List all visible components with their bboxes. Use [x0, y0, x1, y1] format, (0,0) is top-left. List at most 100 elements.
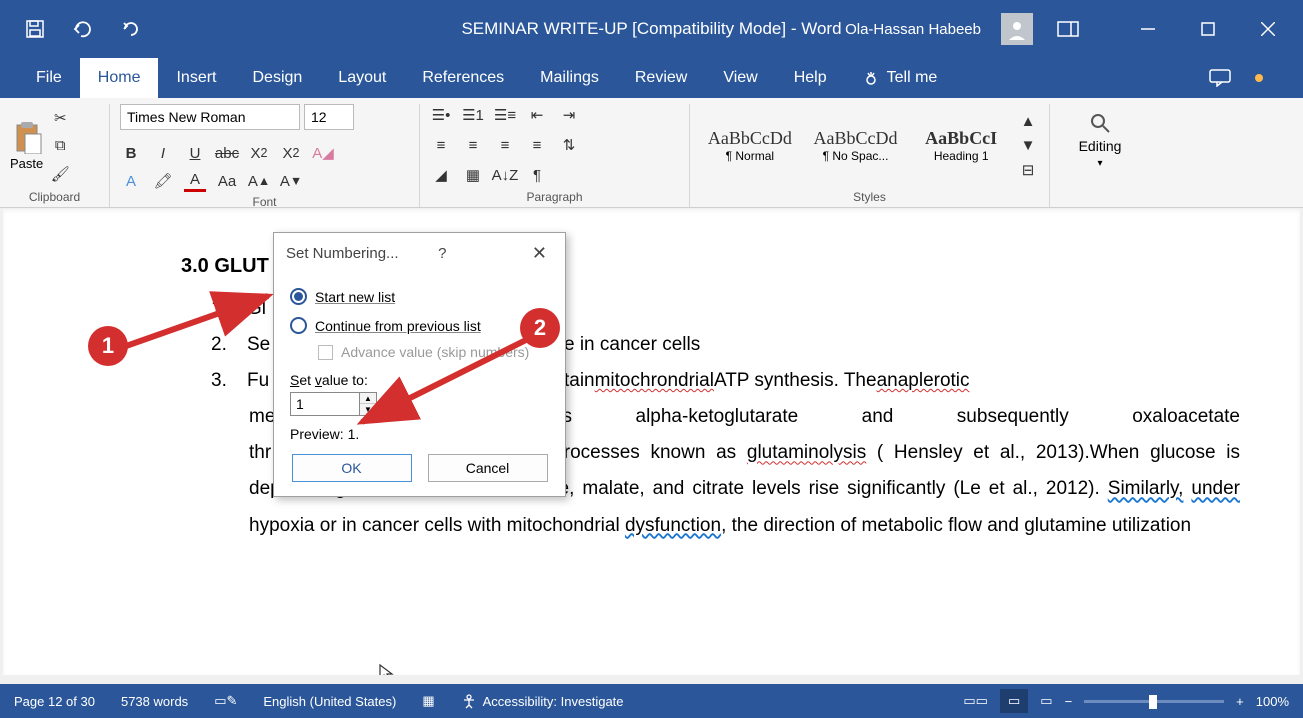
- subscript-button[interactable]: X2: [248, 142, 270, 164]
- tab-file[interactable]: File: [18, 58, 80, 98]
- shading-icon[interactable]: ◢: [430, 164, 452, 186]
- ribbon: Paste ✂ ⧉ 🖌 Clipboard B I U abc X2 X2: [0, 98, 1303, 208]
- find-icon: [1089, 112, 1111, 134]
- align-left-icon[interactable]: ≡: [430, 134, 452, 156]
- accessibility-indicator[interactable]: Accessibility: Investigate: [461, 693, 624, 709]
- text-effects-icon[interactable]: A: [120, 170, 142, 192]
- bold-button[interactable]: B: [120, 142, 142, 164]
- spin-up-icon[interactable]: ▲: [360, 393, 376, 404]
- clear-formatting-icon[interactable]: A◢: [312, 142, 334, 164]
- zoom-in-icon[interactable]: +: [1236, 694, 1244, 709]
- set-value-input[interactable]: [290, 392, 360, 416]
- change-case-icon[interactable]: Aa: [216, 170, 238, 192]
- radio-continue-list[interactable]: Continue from previous list: [290, 311, 549, 340]
- highlight-icon[interactable]: 🖍: [152, 170, 174, 192]
- undo-icon[interactable]: [68, 14, 98, 44]
- superscript-button[interactable]: X2: [280, 142, 302, 164]
- copy-icon[interactable]: ⧉: [49, 135, 71, 157]
- line-spacing-icon[interactable]: ⇅: [558, 134, 580, 156]
- show-marks-icon[interactable]: ¶: [526, 164, 548, 186]
- underline-button[interactable]: U: [184, 142, 206, 164]
- page-indicator[interactable]: Page 12 of 30: [14, 694, 95, 709]
- redo-icon[interactable]: [116, 14, 146, 44]
- styles-row-up-icon[interactable]: ▲: [1017, 111, 1039, 133]
- zoom-level[interactable]: 100%: [1256, 694, 1289, 709]
- tab-mailings[interactable]: Mailings: [522, 58, 617, 98]
- set-numbering-dialog: Set Numbering... ? ✕ Start new list Cont…: [273, 232, 566, 497]
- tab-home[interactable]: Home: [80, 58, 159, 98]
- clipboard-icon: [12, 120, 42, 154]
- style-no-spacing[interactable]: AaBbCcDd ¶ No Spac...: [806, 112, 906, 180]
- annotation-marker-2: 2: [520, 308, 560, 348]
- align-right-icon[interactable]: ≡: [494, 134, 516, 156]
- increase-indent-icon[interactable]: ⇥: [558, 104, 580, 126]
- annotation-marker-1: 1: [88, 326, 128, 366]
- tell-me[interactable]: Tell me: [845, 58, 956, 98]
- align-center-icon[interactable]: ≡: [462, 134, 484, 156]
- web-layout-icon[interactable]: ▭: [1040, 693, 1052, 709]
- comments-icon[interactable]: [1205, 63, 1235, 93]
- user-name: Ola-Hassan Habeeb: [845, 21, 981, 38]
- ok-button[interactable]: OK: [292, 454, 412, 482]
- dialog-title: Set Numbering...: [286, 245, 399, 262]
- style-heading-1[interactable]: AaBbCcI Heading 1: [911, 112, 1011, 180]
- decrease-indent-icon[interactable]: ⇤: [526, 104, 548, 126]
- title-bar: SEMINAR WRITE-UP [Compatibility Mode] - …: [0, 0, 1303, 58]
- spell-check-icon[interactable]: ▭✎: [214, 693, 237, 709]
- font-color-icon[interactable]: A: [184, 170, 206, 192]
- cancel-button[interactable]: Cancel: [428, 454, 548, 482]
- font-size-input[interactable]: [304, 104, 354, 130]
- macro-icon[interactable]: ▦: [422, 693, 434, 709]
- style-normal[interactable]: AaBbCcDd ¶ Normal: [700, 112, 800, 180]
- format-painter-icon[interactable]: 🖌: [49, 163, 71, 185]
- document-area[interactable]: 3.0 GLUT 1.Gl xxxxxxxxxxxxxxxxxxxxxxxds …: [3, 209, 1300, 675]
- maximize-icon[interactable]: [1193, 14, 1223, 44]
- borders-icon[interactable]: ▦: [462, 164, 484, 186]
- set-value-label: Set value to:: [290, 368, 549, 392]
- tab-layout[interactable]: Layout: [320, 58, 404, 98]
- justify-icon[interactable]: ≡: [526, 134, 548, 156]
- radio-icon: [290, 317, 307, 334]
- status-bar: Page 12 of 30 5738 words ▭✎ English (Uni…: [0, 684, 1303, 718]
- word-count[interactable]: 5738 words: [121, 694, 188, 709]
- minimize-icon[interactable]: [1133, 14, 1163, 44]
- preview-label: Preview: 1.: [290, 424, 549, 454]
- paste-button[interactable]: Paste: [10, 120, 43, 171]
- tab-help[interactable]: Help: [776, 58, 845, 98]
- display-options-icon[interactable]: [1053, 14, 1083, 44]
- multilevel-icon[interactable]: ☰≡: [494, 104, 516, 126]
- language-indicator[interactable]: English (United States): [263, 694, 396, 709]
- save-icon[interactable]: [20, 14, 50, 44]
- zoom-slider[interactable]: [1084, 700, 1224, 703]
- font-name-input[interactable]: [120, 104, 300, 130]
- bullets-icon[interactable]: ☰•: [430, 104, 452, 126]
- styles-expand-icon[interactable]: ⊟: [1017, 159, 1039, 181]
- zoom-out-icon[interactable]: −: [1065, 694, 1073, 709]
- spin-down-icon[interactable]: ▼: [360, 404, 376, 415]
- notification-dot[interactable]: [1255, 74, 1263, 82]
- tab-review[interactable]: Review: [617, 58, 705, 98]
- help-icon[interactable]: ?: [438, 245, 446, 262]
- checkbox-icon: [318, 345, 333, 360]
- tab-view[interactable]: View: [705, 58, 775, 98]
- radio-start-new-list[interactable]: Start new list: [290, 282, 549, 311]
- numbering-icon[interactable]: ☰1: [462, 104, 484, 126]
- strikethrough-button[interactable]: abc: [216, 142, 238, 164]
- styles-row-down-icon[interactable]: ▼: [1017, 135, 1039, 157]
- close-icon[interactable]: [1253, 14, 1283, 44]
- cut-icon[interactable]: ✂: [49, 107, 71, 129]
- editing-button[interactable]: Editing ▾: [1060, 104, 1140, 177]
- cursor-icon: [377, 663, 395, 675]
- tab-references[interactable]: References: [404, 58, 522, 98]
- close-icon[interactable]: ✕: [526, 241, 553, 266]
- user-avatar[interactable]: [1001, 13, 1033, 45]
- italic-button[interactable]: I: [152, 142, 174, 164]
- tab-insert[interactable]: Insert: [158, 58, 234, 98]
- grow-font-icon[interactable]: A▲: [248, 170, 270, 192]
- shrink-font-icon[interactable]: A▼: [280, 170, 302, 192]
- print-layout-icon[interactable]: ▭: [1000, 689, 1028, 713]
- sort-icon[interactable]: A↓Z: [494, 164, 516, 186]
- read-mode-icon[interactable]: ▭▭: [963, 693, 988, 709]
- tab-design[interactable]: Design: [234, 58, 320, 98]
- ribbon-tabs: File Home Insert Design Layout Reference…: [0, 58, 1303, 98]
